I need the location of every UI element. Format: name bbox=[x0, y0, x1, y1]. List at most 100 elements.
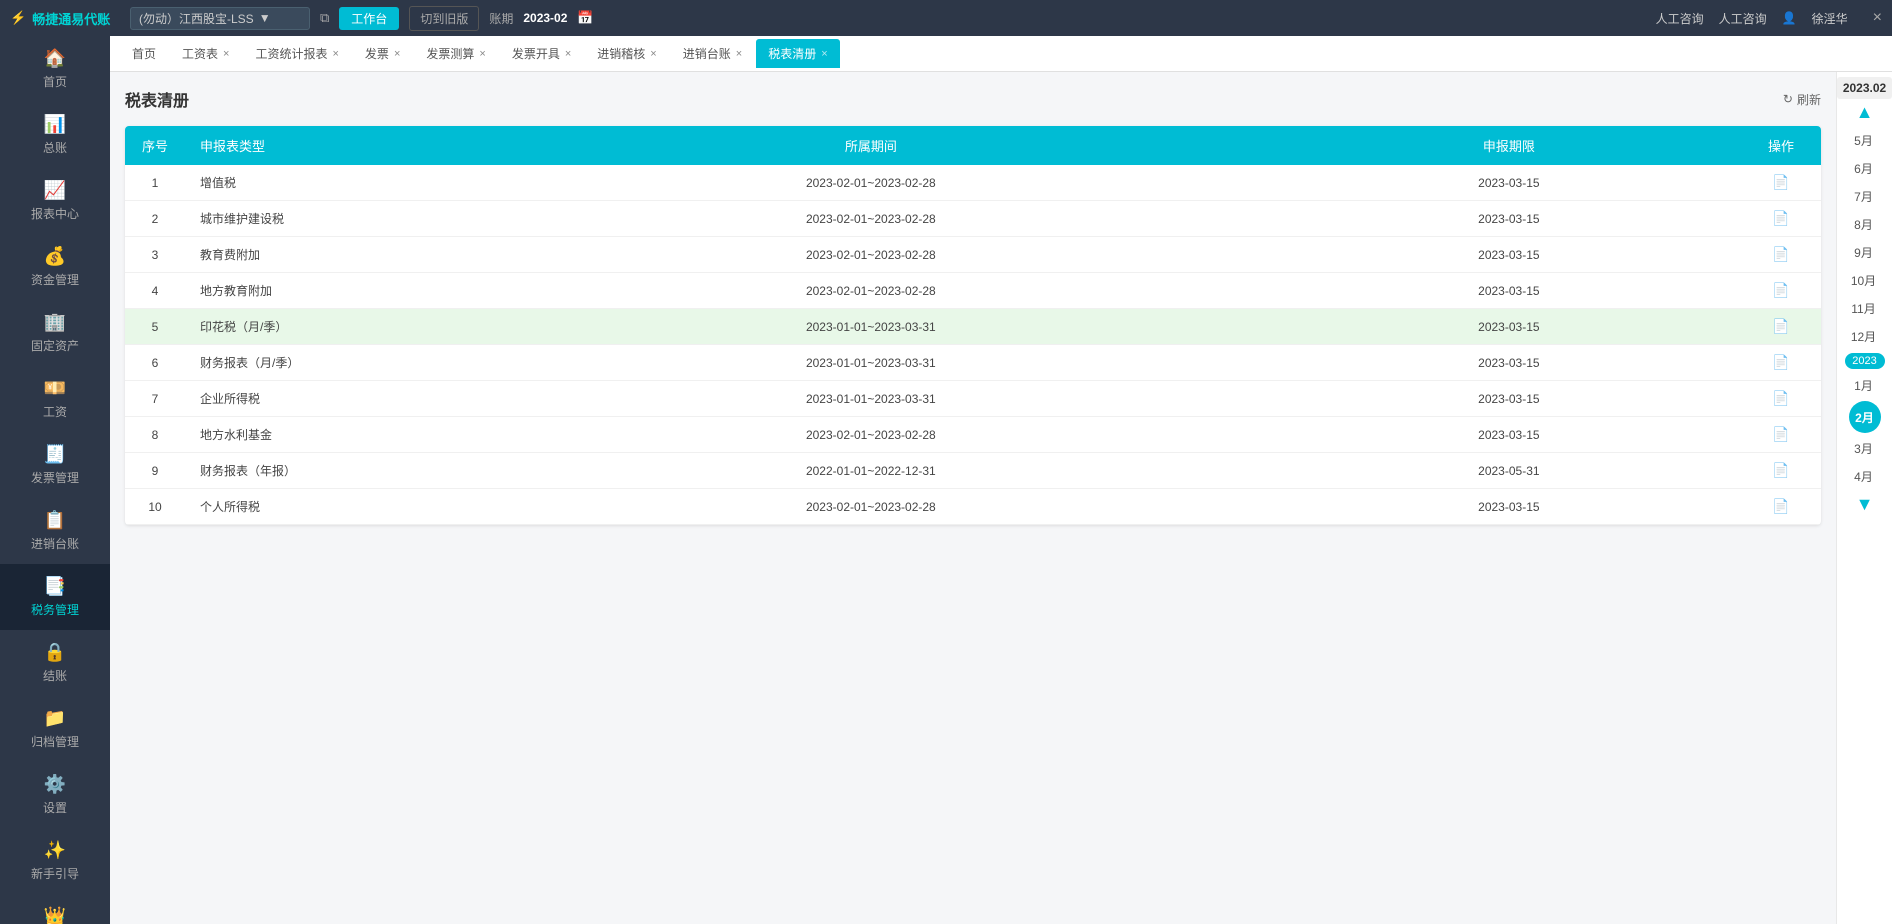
sidebar-item-ledger[interactable]: 📊 总账 bbox=[0, 102, 110, 168]
company-selector[interactable]: (勿动）江西股宝-LSS ▼ bbox=[130, 7, 310, 30]
cell-action: 📄 bbox=[1741, 345, 1821, 381]
sidebar-item-tax[interactable]: 📑 税务管理 bbox=[0, 564, 110, 630]
table-action-icon[interactable]: 📄 bbox=[1772, 498, 1789, 514]
timeline-month[interactable]: 8月 bbox=[1845, 211, 1883, 238]
sidebar-item-close[interactable]: 🔒 结账 bbox=[0, 630, 110, 696]
table-header-row: 序号 申报表类型 所属期间 申报期限 操作 bbox=[125, 126, 1821, 165]
cell-period: 2023-02-01~2023-02-28 bbox=[465, 201, 1277, 237]
tab-salary-stat-close[interactable]: × bbox=[332, 48, 338, 60]
sidebar-label-guide: 新手引导 bbox=[31, 865, 79, 882]
tab-purchase-ledger[interactable]: 进销台账 × bbox=[671, 39, 754, 68]
sidebar-item-capital[interactable]: 💰 资金管理 bbox=[0, 234, 110, 300]
col-deadline: 申报期限 bbox=[1277, 126, 1741, 165]
timeline-month[interactable]: 6月 bbox=[1845, 155, 1883, 182]
cell-period: 2023-02-01~2023-02-28 bbox=[465, 417, 1277, 453]
table-action-icon[interactable]: 📄 bbox=[1772, 426, 1789, 442]
tab-tax-list[interactable]: 税表清册 × bbox=[756, 39, 839, 68]
content-area: 首页 工资表 × 工资统计报表 × 发票 × 发票测算 × 发票开具 × bbox=[110, 36, 1892, 924]
tab-salary-table[interactable]: 工资表 × bbox=[170, 39, 241, 68]
col-period: 所属期间 bbox=[465, 126, 1277, 165]
sidebar-label-tax: 税务管理 bbox=[31, 601, 79, 618]
sidebar-item-home[interactable]: 🏠 首页 bbox=[0, 36, 110, 102]
tab-purchase-check-close[interactable]: × bbox=[650, 48, 656, 60]
tab-tax-list-close[interactable]: × bbox=[821, 48, 827, 60]
tab-invoice-close[interactable]: × bbox=[394, 48, 400, 60]
sidebar-item-salary[interactable]: 💴 工资 bbox=[0, 366, 110, 432]
cell-no: 6 bbox=[125, 345, 185, 381]
sidebar-label-close: 结账 bbox=[43, 667, 67, 684]
sidebar-item-invoice[interactable]: 🧾 发票管理 bbox=[0, 432, 110, 498]
tab-invoice-label: 发票 bbox=[365, 45, 389, 62]
timeline-header-period: 2023.02 bbox=[1837, 77, 1892, 99]
purchase-icon: 📋 bbox=[44, 510, 66, 531]
timeline-up-button[interactable]: ▲ bbox=[1853, 99, 1877, 126]
tab-bar: 首页 工资表 × 工资统计报表 × 发票 × 发票测算 × 发票开具 × bbox=[110, 36, 1892, 72]
logo-text: 畅捷通易代账 bbox=[32, 9, 110, 28]
timeline-month[interactable]: 10月 bbox=[1845, 267, 1883, 294]
table-action-icon[interactable]: 📄 bbox=[1772, 210, 1789, 226]
sidebar-item-member[interactable]: 👑 畅会员 bbox=[0, 894, 110, 924]
timeline-month[interactable]: 3月 bbox=[1845, 435, 1883, 462]
header-right: 人工咨询 人工咨询 👤 徐淫华 × bbox=[1656, 9, 1882, 27]
switch-old-button[interactable]: 切到旧版 bbox=[409, 6, 479, 31]
timeline-month[interactable]: 2月 bbox=[1849, 401, 1881, 433]
cell-action: 📄 bbox=[1741, 273, 1821, 309]
timeline-month[interactable]: 11月 bbox=[1845, 295, 1883, 322]
sidebar-item-settings[interactable]: ⚙️ 设置 bbox=[0, 762, 110, 828]
refresh-button[interactable]: ↻ 刷新 bbox=[1783, 91, 1821, 108]
table-action-icon[interactable]: 📄 bbox=[1772, 390, 1789, 406]
timeline-month[interactable]: 7月 bbox=[1845, 183, 1883, 210]
avatar-icon: 👤 bbox=[1782, 11, 1797, 25]
tab-salary-stat[interactable]: 工资统计报表 × bbox=[243, 39, 350, 68]
tab-purchase-ledger-close[interactable]: × bbox=[736, 48, 742, 60]
table-action-icon[interactable]: 📄 bbox=[1772, 246, 1789, 262]
tab-salary-table-close[interactable]: × bbox=[223, 48, 229, 60]
table-action-icon[interactable]: 📄 bbox=[1772, 354, 1789, 370]
top-header: ⚡ 畅捷通易代账 (勿动）江西股宝-LSS ▼ ⧉ 工作台 切到旧版 账期 20… bbox=[0, 0, 1892, 36]
sidebar-label-invoice: 发票管理 bbox=[31, 469, 79, 486]
cell-deadline: 2023-03-15 bbox=[1277, 273, 1741, 309]
timeline-month[interactable]: 12月 bbox=[1845, 323, 1883, 350]
table-action-icon[interactable]: 📄 bbox=[1772, 318, 1789, 334]
tab-invoice-open-close[interactable]: × bbox=[565, 48, 571, 60]
tab-home-label: 首页 bbox=[132, 45, 156, 62]
cell-deadline: 2023-03-15 bbox=[1277, 381, 1741, 417]
cell-period: 2023-01-01~2023-03-31 bbox=[465, 381, 1277, 417]
table-action-icon[interactable]: 📄 bbox=[1772, 174, 1789, 190]
table-action-icon[interactable]: 📄 bbox=[1772, 462, 1789, 478]
cell-deadline: 2023-03-15 bbox=[1277, 201, 1741, 237]
copy-icon[interactable]: ⧉ bbox=[320, 10, 329, 26]
sidebar-label-purchase: 进销台账 bbox=[31, 535, 79, 552]
company-name: (勿动）江西股宝-LSS bbox=[139, 10, 254, 27]
sidebar-item-report[interactable]: 📈 报表中心 bbox=[0, 168, 110, 234]
cell-action: 📄 bbox=[1741, 165, 1821, 201]
sidebar-item-purchase[interactable]: 📋 进销台账 bbox=[0, 498, 110, 564]
ledger-icon: 📊 bbox=[44, 114, 66, 135]
timeline-month[interactable]: 2023 bbox=[1845, 353, 1885, 369]
tab-home[interactable]: 首页 bbox=[120, 39, 168, 68]
timeline-month[interactable]: 5月 bbox=[1845, 127, 1883, 154]
calendar-icon[interactable]: 📅 bbox=[577, 10, 593, 26]
window-close-button[interactable]: × bbox=[1873, 9, 1882, 27]
tab-purchase-check[interactable]: 进销稽核 × bbox=[585, 39, 668, 68]
tab-invoice-open[interactable]: 发票开具 × bbox=[500, 39, 583, 68]
timeline-month[interactable]: 9月 bbox=[1845, 239, 1883, 266]
cell-period: 2023-02-01~2023-02-28 bbox=[465, 165, 1277, 201]
cell-no: 4 bbox=[125, 273, 185, 309]
tab-invoice-calc-close[interactable]: × bbox=[479, 48, 485, 60]
tab-invoice[interactable]: 发票 × bbox=[353, 39, 412, 68]
sidebar-item-guide[interactable]: ✨ 新手引导 bbox=[0, 828, 110, 894]
timeline-month[interactable]: 1月 bbox=[1845, 372, 1883, 399]
table-action-icon[interactable]: 📄 bbox=[1772, 282, 1789, 298]
human-consult[interactable]: 人工咨询 bbox=[1656, 10, 1704, 27]
timeline-down-button[interactable]: ▼ bbox=[1853, 491, 1877, 518]
workbench-button[interactable]: 工作台 bbox=[339, 7, 399, 30]
cell-no: 9 bbox=[125, 453, 185, 489]
cell-period: 2023-02-01~2023-02-28 bbox=[465, 489, 1277, 525]
timeline-month[interactable]: 4月 bbox=[1845, 463, 1883, 490]
cell-action: 📄 bbox=[1741, 309, 1821, 345]
sidebar-item-fixed[interactable]: 🏢 固定资产 bbox=[0, 300, 110, 366]
tax-table: 序号 申报表类型 所属期间 申报期限 操作 1 增值税 2023-02-01~2… bbox=[125, 126, 1821, 525]
sidebar-item-archive[interactable]: 📁 归档管理 bbox=[0, 696, 110, 762]
tab-invoice-calc[interactable]: 发票测算 × bbox=[414, 39, 497, 68]
